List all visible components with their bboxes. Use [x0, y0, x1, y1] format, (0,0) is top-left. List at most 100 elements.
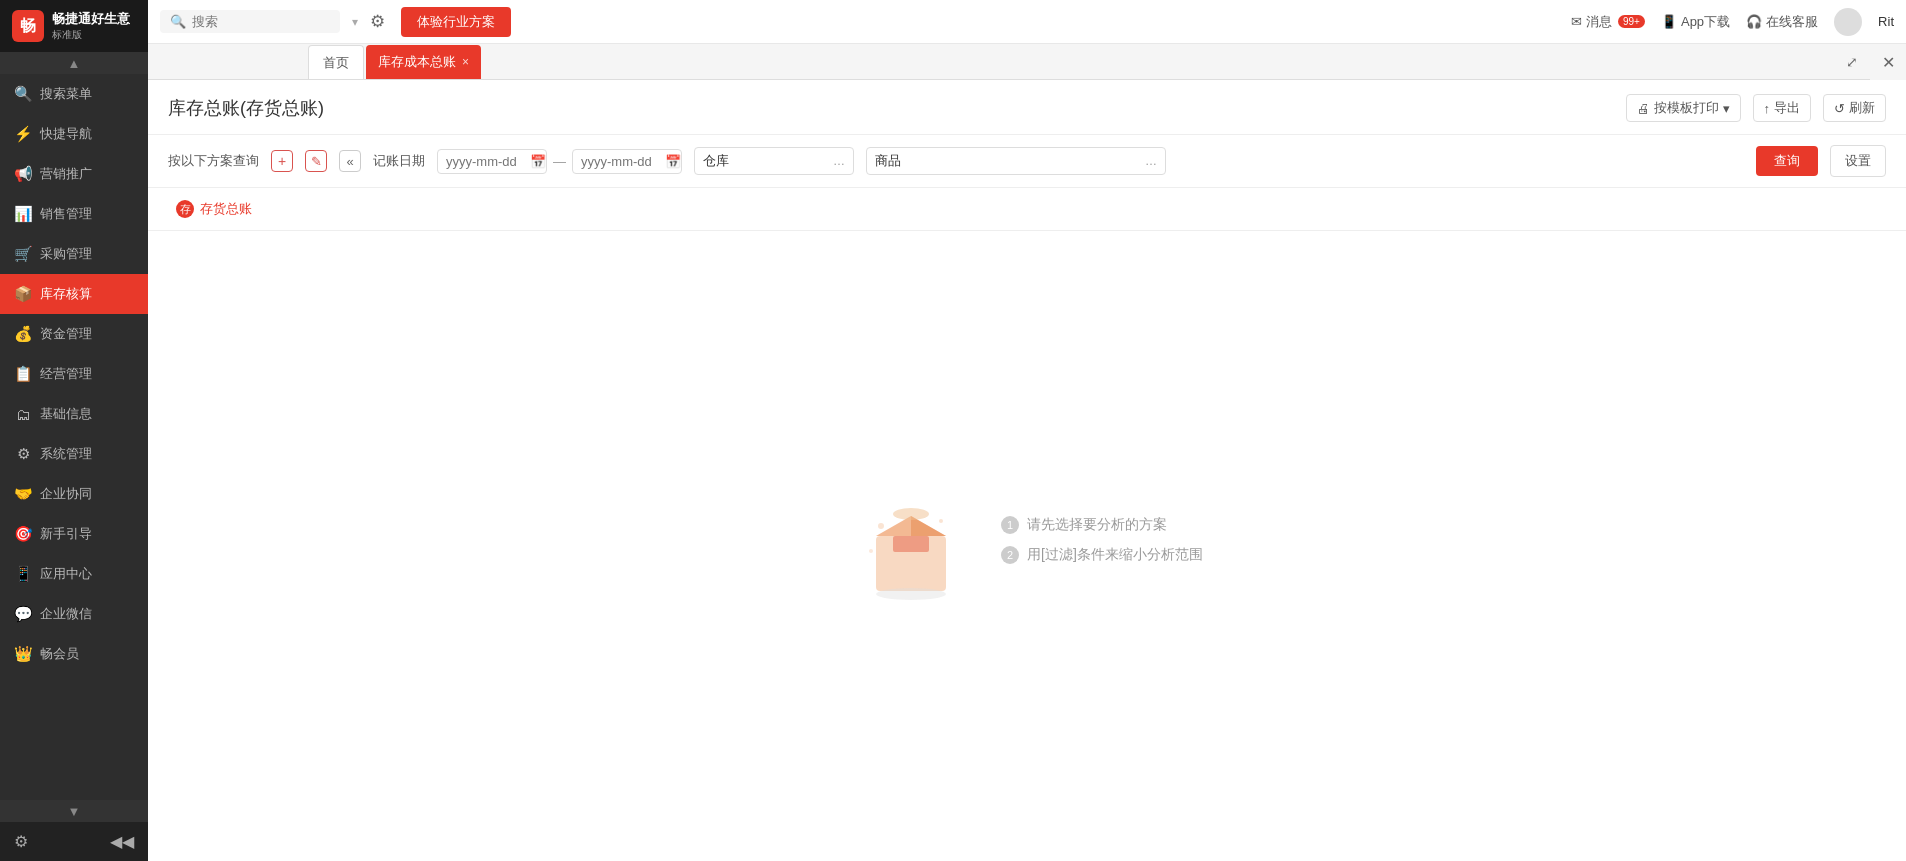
- tab-close-btn[interactable]: ×: [462, 55, 469, 69]
- topbar-app-download[interactable]: 📱 App下载: [1661, 13, 1730, 31]
- panel-resize-btn[interactable]: ⤢: [1834, 44, 1870, 80]
- panel-close-btn[interactable]: ✕: [1870, 44, 1906, 80]
- tab-inventory-ledger[interactable]: 库存成本总账 ×: [366, 45, 481, 79]
- product-label: 商品: [875, 152, 901, 170]
- filter-add-btn[interactable]: +: [271, 150, 293, 172]
- scheme-label: 存货总账: [200, 200, 252, 218]
- industry-btn[interactable]: 体验行业方案: [401, 7, 511, 37]
- scheme-item-inventory[interactable]: 存 存货总账: [168, 196, 260, 222]
- topbar-message[interactable]: ✉ 消息 99+: [1571, 13, 1645, 31]
- sidebar-item-system[interactable]: ⚙ 系统管理: [0, 434, 148, 474]
- filter-date-end[interactable]: 📅: [572, 149, 682, 174]
- filter-date-start[interactable]: 📅: [437, 149, 547, 174]
- topbar-service[interactable]: 🎧 在线客服: [1746, 13, 1818, 31]
- system-icon: ⚙: [14, 445, 32, 463]
- sidebar-item-quick-nav[interactable]: ⚡ 快捷导航: [0, 114, 148, 154]
- filter-edit-btn[interactable]: ✎: [305, 150, 327, 172]
- sidebar-item-operations[interactable]: 📋 经营管理: [0, 354, 148, 394]
- export-icon: ↑: [1764, 101, 1771, 116]
- sidebar-item-basic-info[interactable]: 🗂 基础信息: [0, 394, 148, 434]
- sidebar-scroll-down[interactable]: ▼: [0, 800, 148, 822]
- finance-label: 资金管理: [40, 325, 92, 343]
- refresh-btn[interactable]: ↺ 刷新: [1823, 94, 1886, 122]
- sidebar-item-enterprise[interactable]: 🤝 企业协同: [0, 474, 148, 514]
- query-btn[interactable]: 查询: [1756, 146, 1818, 176]
- sidebar-item-finance[interactable]: 💰 资金管理: [0, 314, 148, 354]
- tabbar: 首页 库存成本总账 × ✕ ⤢: [148, 44, 1906, 80]
- finance-icon: 💰: [14, 325, 32, 343]
- app-center-icon: 📱: [14, 565, 32, 583]
- tab-home[interactable]: 首页: [308, 45, 364, 79]
- date-end-input[interactable]: [581, 154, 661, 169]
- sidebar-collapse-btn[interactable]: ◀◀: [110, 832, 134, 851]
- sidebar-item-app-center[interactable]: 📱 应用中心: [0, 554, 148, 594]
- filter-warehouse[interactable]: 仓库 …: [694, 147, 854, 175]
- page-title-row: 库存总账(存货总账) 🖨 按模板打印 ▾ ↑ 导出 ↺ 刷新: [168, 94, 1886, 122]
- calendar-start-icon[interactable]: 📅: [530, 154, 546, 169]
- calendar-end-icon[interactable]: 📅: [665, 154, 681, 169]
- sidebar-item-inventory[interactable]: 📦 库存核算: [0, 274, 148, 314]
- basic-info-icon: 🗂: [14, 405, 32, 423]
- sidebar-item-wechat[interactable]: 💬 企业微信: [0, 594, 148, 634]
- sidebar-item-search-menu[interactable]: 🔍 搜索菜单: [0, 74, 148, 114]
- product-more-icon[interactable]: …: [1145, 154, 1157, 168]
- sidebar-item-guide[interactable]: 🎯 新手引导: [0, 514, 148, 554]
- wechat-icon: 💬: [14, 605, 32, 623]
- search-menu-label: 搜索菜单: [40, 85, 92, 103]
- main-area: 🔍 ▾ ⚙ 体验行业方案 ✉ 消息 99+ 📱 App下载 🎧 在线客服 Rit: [148, 0, 1906, 861]
- search-icon: 🔍: [170, 14, 186, 29]
- content-area: 库存总账(存货总账) 🖨 按模板打印 ▾ ↑ 导出 ↺ 刷新: [148, 80, 1906, 861]
- system-label: 系统管理: [40, 445, 92, 463]
- inventory-icon: 📦: [14, 285, 32, 303]
- sidebar-footer: ⚙ ◀◀: [0, 822, 148, 861]
- sidebar-item-sales[interactable]: 📊 销售管理: [0, 194, 148, 234]
- marketing-icon: 📢: [14, 165, 32, 183]
- sidebar-item-member[interactable]: 👑 畅会员: [0, 634, 148, 674]
- print-dropdown-icon[interactable]: ▾: [1723, 101, 1730, 116]
- svg-point-8: [869, 549, 873, 553]
- guide-label: 新手引导: [40, 525, 92, 543]
- guide-icon: 🎯: [14, 525, 32, 543]
- logo-icon: 畅: [12, 10, 44, 42]
- sales-icon: 📊: [14, 205, 32, 223]
- topbar-search[interactable]: 🔍: [160, 10, 340, 33]
- empty-illustration: [851, 486, 971, 606]
- warehouse-more-icon[interactable]: …: [833, 154, 845, 168]
- date-start-input[interactable]: [446, 154, 526, 169]
- page-title: 库存总账(存货总账): [168, 96, 324, 120]
- service-label: 在线客服: [1766, 13, 1818, 31]
- filter-date-label: 记账日期: [373, 152, 425, 170]
- sidebar-scroll-up[interactable]: ▲: [0, 52, 148, 74]
- app-label: App下载: [1681, 13, 1730, 31]
- username-label[interactable]: Rit: [1878, 14, 1894, 29]
- page-actions: 🖨 按模板打印 ▾ ↑ 导出 ↺ 刷新: [1626, 94, 1887, 122]
- member-label: 畅会员: [40, 645, 79, 663]
- filter-product[interactable]: 商品 …: [866, 147, 1166, 175]
- message-label: 消息: [1586, 13, 1612, 31]
- print-btn[interactable]: 🖨 按模板打印 ▾: [1626, 94, 1741, 122]
- topbar-gear-icon[interactable]: ⚙: [370, 11, 385, 32]
- date-separator: —: [553, 154, 566, 169]
- enterprise-label: 企业协同: [40, 485, 92, 503]
- print-icon: 🖨: [1637, 101, 1650, 116]
- sidebar-item-purchase[interactable]: 🛒 采购管理: [0, 234, 148, 274]
- filter-collapse-btn[interactable]: «: [339, 150, 361, 172]
- user-avatar[interactable]: [1834, 8, 1862, 36]
- svg-point-7: [939, 519, 943, 523]
- filter-date-group: 📅 — 📅: [437, 149, 682, 174]
- refresh-icon: ↺: [1834, 101, 1845, 116]
- message-badge: 99+: [1618, 15, 1645, 28]
- app-center-label: 应用中心: [40, 565, 92, 583]
- export-btn[interactable]: ↑ 导出: [1753, 94, 1812, 122]
- empty-hint-1: 1 请先选择要分析的方案: [1001, 516, 1203, 534]
- enterprise-icon: 🤝: [14, 485, 32, 503]
- sidebar-settings-btn[interactable]: ⚙: [14, 832, 28, 851]
- search-input[interactable]: [192, 14, 322, 29]
- quick-nav-label: 快捷导航: [40, 125, 92, 143]
- topbar-dropdown-arrow[interactable]: ▾: [352, 15, 358, 29]
- marketing-label: 营销推广: [40, 165, 92, 183]
- settings-inline-btn[interactable]: 设置: [1830, 145, 1886, 177]
- sidebar-item-marketing[interactable]: 📢 营销推广: [0, 154, 148, 194]
- empty-text-list: 1 请先选择要分析的方案 2 用[过滤]条件来缩小分析范围: [1001, 516, 1203, 576]
- message-icon: ✉: [1571, 14, 1582, 29]
